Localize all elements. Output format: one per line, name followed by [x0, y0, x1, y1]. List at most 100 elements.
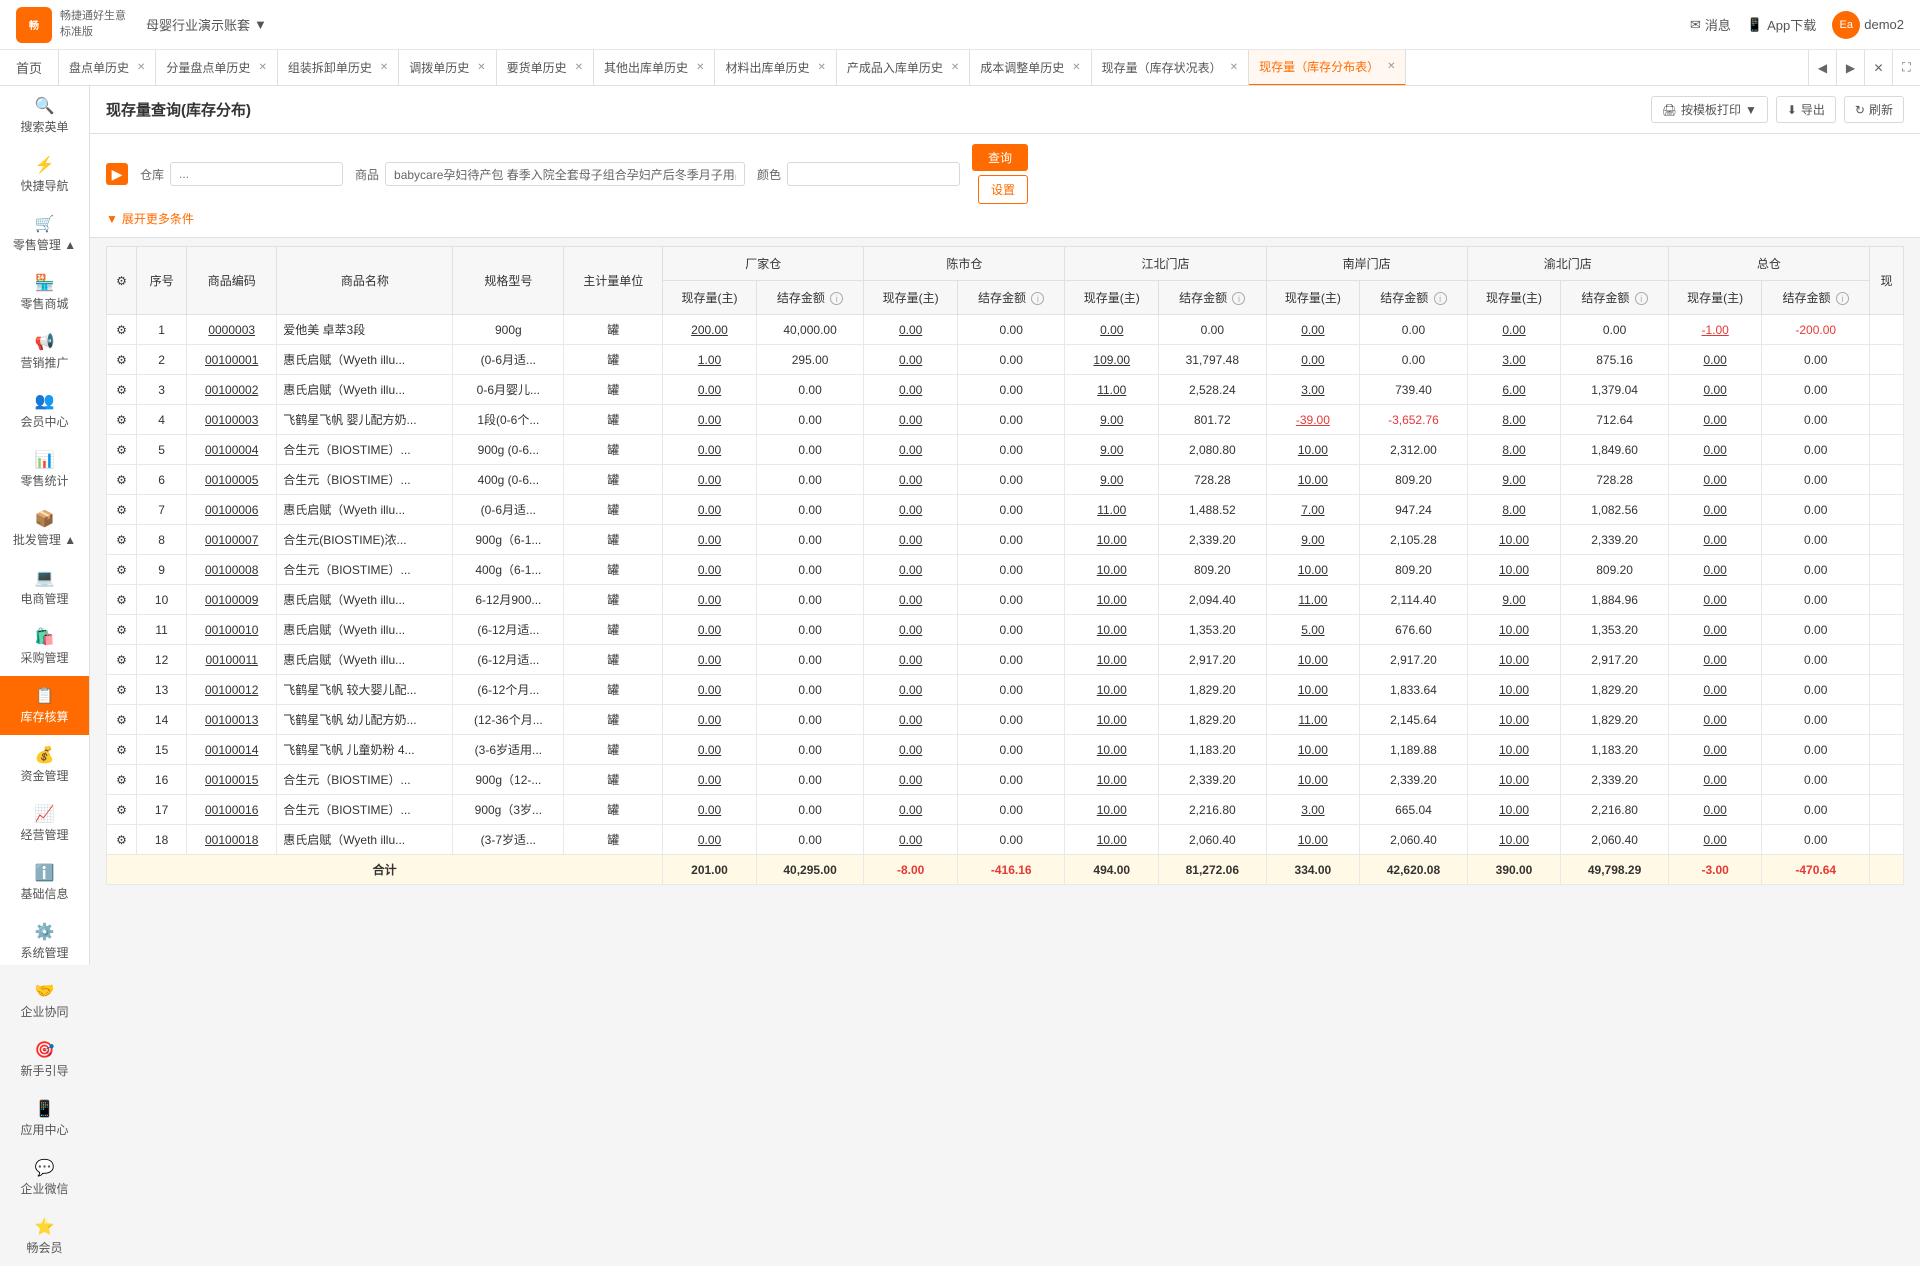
- row-name: 飞鹤星飞帆 婴儿配方奶...: [277, 405, 453, 435]
- sidebar-item-营销推广[interactable]: 📢营销推广: [0, 322, 89, 381]
- sidebar-item-快捷导航[interactable]: ⚡快捷导航: [0, 145, 89, 204]
- app-download-btn[interactable]: 📱 App下载: [1747, 15, 1816, 34]
- row-gear[interactable]: ⚙: [107, 315, 137, 345]
- sidebar-item-电商管理[interactable]: 💻电商管理: [0, 558, 89, 617]
- sidebar-icon-18: 💬: [0, 1158, 89, 1178]
- tab-item-9[interactable]: 成本调整单历史✕: [970, 50, 1091, 86]
- tab-home[interactable]: 首页: [0, 50, 59, 85]
- sidebar-item-会员中心[interactable]: 👥会员中心: [0, 381, 89, 440]
- sidebar-item-资金管理[interactable]: 💰资金管理: [0, 735, 89, 794]
- row-na-stock: 10.00: [1266, 735, 1360, 765]
- row-f-stock: 0.00: [663, 375, 757, 405]
- tab-close-all-btn[interactable]: ✕: [1864, 50, 1892, 86]
- row-gear[interactable]: ⚙: [107, 375, 137, 405]
- sidebar-item-零售统计[interactable]: 📊零售统计: [0, 440, 89, 499]
- tab-item-1[interactable]: 盘点单历史✕: [59, 50, 156, 86]
- row-gear[interactable]: ⚙: [107, 345, 137, 375]
- sidebar-item-零售管理[interactable]: 🛒零售管理 ▲: [0, 204, 89, 263]
- tab-prev-btn[interactable]: ◀: [1808, 50, 1836, 86]
- tab-item-10[interactable]: 现存量（库存状况表）✕: [1092, 50, 1249, 86]
- row-t-stock: 0.00: [1668, 375, 1762, 405]
- goods-input[interactable]: [385, 162, 745, 186]
- refresh-btn[interactable]: ↻ 刷新: [1844, 96, 1904, 123]
- row-na-amount: 809.20: [1360, 555, 1468, 585]
- row-jb-stock: 0.00: [1065, 315, 1159, 345]
- sidebar-item-采购管理[interactable]: 🛍️采购管理: [0, 617, 89, 676]
- sidebar-icon-16: 🎯: [0, 1040, 89, 1060]
- no-col-header: 序号: [137, 247, 187, 315]
- row-current: [1869, 315, 1903, 345]
- row-current: [1869, 645, 1903, 675]
- row-gear[interactable]: ⚙: [107, 555, 137, 585]
- tab-item-5[interactable]: 要货单历史✕: [497, 50, 594, 86]
- row-na-stock: 11.00: [1266, 705, 1360, 735]
- filter-toggle-btn[interactable]: ▶: [106, 163, 128, 185]
- row-current: [1869, 465, 1903, 495]
- row-f-stock: 200.00: [663, 315, 757, 345]
- sidebar-item-新手引导[interactable]: 🎯新手引导: [0, 1030, 89, 1089]
- row-f-amount: 0.00: [756, 375, 864, 405]
- sidebar-item-基础信息[interactable]: ℹ️基础信息: [0, 853, 89, 912]
- tab-item-8[interactable]: 产成品入库单历史✕: [837, 50, 970, 86]
- gear-col-header[interactable]: ⚙: [107, 247, 137, 315]
- sidebar-item-企业微信[interactable]: 💬企业微信: [0, 1148, 89, 1207]
- row-t-stock: 0.00: [1668, 555, 1762, 585]
- sidebar-item-应用中心[interactable]: 📱应用中心: [0, 1089, 89, 1148]
- print-btn[interactable]: 🖨 按模板打印 ▼: [1651, 96, 1768, 123]
- sidebar-item-企业协同[interactable]: 🤝企业协同: [0, 971, 89, 1030]
- setting-btn[interactable]: 设置: [978, 175, 1028, 204]
- warehouse-input[interactable]: [170, 162, 343, 186]
- sidebar-item-系统管理[interactable]: ⚙️系统管理: [0, 912, 89, 971]
- row-spec: (6-12个月...: [453, 675, 564, 705]
- sidebar-item-经营管理[interactable]: 📈经营管理: [0, 794, 89, 853]
- row-cs-stock: 0.00: [864, 465, 958, 495]
- row-gear[interactable]: ⚙: [107, 735, 137, 765]
- sidebar-item-搜索英单[interactable]: 🔍搜索英单: [0, 86, 89, 145]
- row-spec: (12-36个月...: [453, 705, 564, 735]
- row-spec: 900g (0-6...: [453, 435, 564, 465]
- row-gear[interactable]: ⚙: [107, 675, 137, 705]
- message-btn[interactable]: ✉ 消息: [1690, 15, 1731, 34]
- tab-item-11[interactable]: 现存量（库存分布表）✕: [1249, 50, 1406, 86]
- row-gear[interactable]: ⚙: [107, 705, 137, 735]
- row-yb-amount: 2,216.80: [1561, 795, 1669, 825]
- sidebar-item-畅会员[interactable]: ⭐畅会员: [0, 1207, 89, 1266]
- row-gear[interactable]: ⚙: [107, 465, 137, 495]
- row-gear[interactable]: ⚙: [107, 795, 137, 825]
- row-gear[interactable]: ⚙: [107, 435, 137, 465]
- row-gear[interactable]: ⚙: [107, 615, 137, 645]
- tab-next-btn[interactable]: ▶: [1836, 50, 1864, 86]
- row-gear[interactable]: ⚙: [107, 405, 137, 435]
- row-gear[interactable]: ⚙: [107, 585, 137, 615]
- yb-stock-header: 现存量(主): [1467, 281, 1561, 315]
- row-gear[interactable]: ⚙: [107, 765, 137, 795]
- total-jb-amount: 81,272.06: [1159, 855, 1267, 885]
- sidebar-item-零售商城[interactable]: 🏪零售商城: [0, 263, 89, 322]
- row-no: 1: [137, 315, 187, 345]
- user-avatar[interactable]: Ea demo2: [1832, 11, 1904, 39]
- tab-item-3[interactable]: 组装拆卸单历史✕: [278, 50, 399, 86]
- tab-item-4[interactable]: 调拨单历史✕: [399, 50, 496, 86]
- tab-item-6[interactable]: 其他出库单历史✕: [594, 50, 715, 86]
- tab-item-7[interactable]: 材料出库单历史✕: [715, 50, 836, 86]
- tab-item-2[interactable]: 分量盘点单历史✕: [156, 50, 277, 86]
- expand-filter-btn[interactable]: ▼ 展开更多条件: [106, 210, 1904, 227]
- table-area[interactable]: ⚙ 序号 商品编码 商品名称 规格型号 主计量单位 厂家仓 陈市仓 江北门店 南…: [90, 238, 1920, 965]
- color-input[interactable]: [787, 162, 960, 186]
- sidebar-item-批发管理[interactable]: 📦批发管理 ▲: [0, 499, 89, 558]
- nav-selector[interactable]: 母婴行业演示账套 ▼: [146, 15, 267, 34]
- row-t-amount: 0.00: [1762, 675, 1870, 705]
- search-btn[interactable]: 查询: [972, 144, 1028, 171]
- row-gear[interactable]: ⚙: [107, 495, 137, 525]
- row-gear[interactable]: ⚙: [107, 525, 137, 555]
- row-gear[interactable]: ⚙: [107, 645, 137, 675]
- row-yb-amount: 1,849.60: [1561, 435, 1669, 465]
- row-jb-amount: 2,094.40: [1159, 585, 1267, 615]
- tab-expand-btn[interactable]: ⛶: [1892, 50, 1920, 86]
- row-jb-stock: 10.00: [1065, 645, 1159, 675]
- total-jb-stock: 494.00: [1065, 855, 1159, 885]
- sidebar-item-库存核算[interactable]: 📋库存核算: [0, 676, 89, 735]
- export-btn[interactable]: ⬇ 导出: [1776, 96, 1836, 123]
- total-na-stock: 334.00: [1266, 855, 1360, 885]
- row-gear[interactable]: ⚙: [107, 825, 137, 855]
